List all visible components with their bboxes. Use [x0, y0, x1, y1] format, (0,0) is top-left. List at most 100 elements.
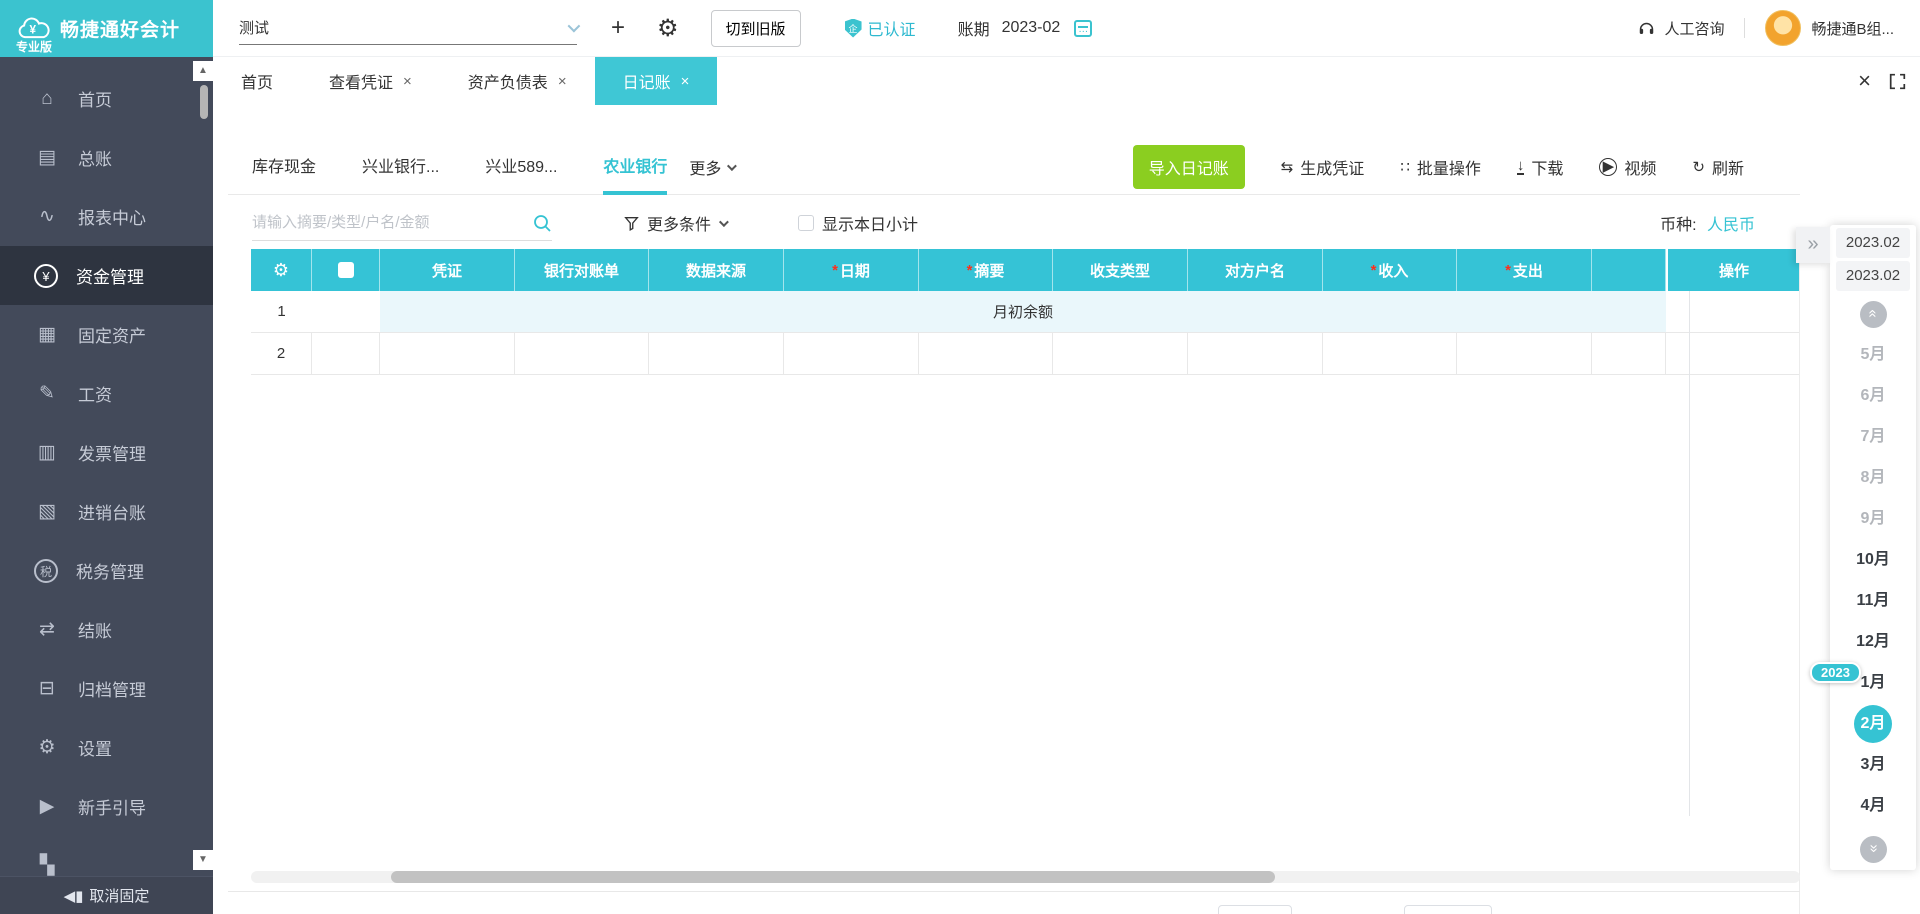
- sidebar-scroll-up-icon[interactable]: ▲: [193, 61, 213, 81]
- sidebar-item-label: 发票管理: [78, 445, 146, 464]
- funnel-icon: [624, 216, 639, 231]
- svg-text:¥: ¥: [30, 23, 37, 36]
- close-icon[interactable]: ×: [403, 73, 412, 90]
- month-scroll-up-icon[interactable]: «: [1859, 301, 1887, 328]
- collapse-panel-icon[interactable]: »: [1796, 227, 1830, 263]
- checkbox[interactable]: [798, 215, 815, 231]
- button-label: 批量操作: [1416, 161, 1481, 178]
- month-item-august[interactable]: 8月: [1830, 457, 1916, 498]
- month-item-october[interactable]: 10月: [1830, 539, 1916, 580]
- sidebar-item-label: 归档管理: [78, 681, 146, 700]
- currency-value[interactable]: 人民币: [1707, 217, 1755, 234]
- sidebar-item-report-center[interactable]: ∿ 报表中心: [0, 187, 213, 246]
- cell-summary[interactable]: [919, 333, 1053, 374]
- page-number-input[interactable]: [1404, 904, 1493, 914]
- download-button[interactable]: ↓ 下载: [1516, 155, 1563, 179]
- cell-voucher[interactable]: [380, 333, 515, 374]
- month-item-november[interactable]: 11月: [1830, 580, 1916, 621]
- unpin-sidebar-button[interactable]: ◀▮ 取消固定: [0, 876, 213, 914]
- calendar-icon[interactable]: [1074, 19, 1093, 37]
- cell-data-source[interactable]: [649, 333, 784, 374]
- sidebar-item-closing[interactable]: ⇄ 结账: [0, 600, 213, 659]
- period-item[interactable]: 2023.02: [1836, 228, 1910, 258]
- close-panel-icon[interactable]: ×: [1858, 68, 1871, 94]
- month-item-september[interactable]: 9月: [1830, 498, 1916, 539]
- account-tab-cib-bank[interactable]: 兴业银行...: [362, 140, 439, 195]
- building-icon: ▦: [38, 324, 56, 345]
- month-item-june[interactable]: 6月: [1830, 375, 1916, 416]
- period-item[interactable]: 2023.02: [1836, 261, 1910, 291]
- settings-gear-icon[interactable]: ⚙: [657, 14, 679, 43]
- generate-voucher-button[interactable]: ⇆ 生成凭证: [1281, 155, 1365, 179]
- more-conditions-button[interactable]: 更多条件: [624, 211, 729, 235]
- sidebar-item-payroll[interactable]: ✎ 工资: [0, 364, 213, 423]
- cell-expense[interactable]: [1457, 333, 1592, 374]
- tab-label: 日记账: [622, 75, 671, 92]
- tab-balance-sheet[interactable]: 资产负债表 ×: [440, 57, 595, 105]
- month-item-april[interactable]: 4月: [1830, 785, 1916, 826]
- checkbox[interactable]: [337, 262, 354, 278]
- search-input[interactable]: [252, 214, 532, 231]
- month-item-december[interactable]: 12月: [1830, 621, 1916, 662]
- import-journal-button[interactable]: 导入日记账: [1132, 145, 1245, 189]
- sidebar-item-fixed-assets[interactable]: ▦ 固定资产: [0, 305, 213, 364]
- cell-bank-statement[interactable]: [515, 333, 649, 374]
- sidebar-item-home[interactable]: ⌂ 首页: [0, 69, 213, 128]
- sidebar-item-invoice-management[interactable]: ▥ 发票管理: [0, 423, 213, 482]
- app-edition: 专业版: [16, 40, 53, 54]
- headset-icon: [1640, 22, 1654, 34]
- batch-operations-button[interactable]: ∷ 批量操作: [1400, 155, 1481, 179]
- sidebar-item-label: 进销台账: [78, 504, 146, 523]
- refresh-button[interactable]: ↻ 刷新: [1692, 155, 1744, 179]
- company-selector[interactable]: 测试: [239, 11, 581, 45]
- select-all-checkbox[interactable]: [312, 249, 380, 291]
- cell-date[interactable]: [784, 333, 919, 374]
- tab-home[interactable]: 首页: [213, 57, 301, 105]
- sidebar-item-archive-management[interactable]: ⊟ 归档管理: [0, 659, 213, 718]
- fullscreen-icon[interactable]: [1889, 73, 1906, 90]
- account-tab-more[interactable]: 更多: [689, 155, 738, 179]
- sidebar-item-general-ledger[interactable]: ▤ 总账: [0, 128, 213, 187]
- sidebar-scrollbar-thumb[interactable]: [200, 85, 208, 119]
- certified-badge[interactable]: 企 已认证: [844, 16, 916, 40]
- sidebar-item-fund-management[interactable]: ¥ 资金管理: [0, 246, 213, 305]
- search-icon[interactable]: [532, 213, 552, 233]
- tab-view-voucher[interactable]: 查看凭证 ×: [301, 57, 440, 105]
- sidebar-item-label: 资金管理: [76, 268, 144, 287]
- header-bank-statement: 银行对账单: [515, 249, 649, 291]
- support-link[interactable]: 人工咨询: [1637, 18, 1724, 39]
- month-scroll-down-icon[interactable]: «: [1859, 836, 1887, 863]
- switch-to-old-version-button[interactable]: 切到旧版: [710, 9, 801, 47]
- video-button[interactable]: ▶ 视频: [1599, 155, 1656, 179]
- account-tab-abc-bank[interactable]: 农业银行: [603, 140, 668, 195]
- sidebar-item-purchase-sales-ledger[interactable]: ▧ 进销台账: [0, 482, 213, 541]
- cell-counterparty[interactable]: [1188, 333, 1323, 374]
- table-row[interactable]: 1 月初余额: [251, 291, 1800, 333]
- sidebar-scroll-down-icon[interactable]: ▼: [193, 850, 213, 870]
- account-tab-cash[interactable]: 库存现金: [252, 140, 316, 195]
- account-tab-cib-589[interactable]: 兴业589...: [485, 140, 557, 195]
- month-item-may[interactable]: 5月: [1830, 334, 1916, 375]
- cell-income[interactable]: [1323, 333, 1457, 374]
- avatar[interactable]: [1765, 10, 1802, 46]
- sidebar-item-tax-management[interactable]: 税 税务管理: [0, 541, 213, 600]
- column-settings-button[interactable]: ⚙: [251, 249, 312, 291]
- sidebar-item-settings[interactable]: ⚙ 设置: [0, 718, 213, 777]
- table-row[interactable]: 2: [251, 333, 1800, 375]
- month-item-march[interactable]: 3月: [1830, 744, 1916, 785]
- month-item-july[interactable]: 7月: [1830, 416, 1916, 457]
- tab-journal[interactable]: 日记账 ×: [594, 57, 718, 105]
- month-item-february-selected[interactable]: 2月: [1854, 705, 1892, 743]
- horizontal-scrollbar[interactable]: [251, 871, 1800, 883]
- sidebar-item-beginner-guide[interactable]: ▶ 新手引导: [0, 777, 213, 836]
- add-account-button[interactable]: +: [611, 14, 625, 42]
- sidebar-item-clipped[interactable]: ▚: [0, 836, 213, 876]
- user-name[interactable]: 畅捷通B组...: [1811, 18, 1894, 39]
- per-page-select[interactable]: 20: [1217, 904, 1292, 914]
- cell-income-expense-type[interactable]: [1053, 333, 1188, 374]
- close-icon[interactable]: ×: [558, 73, 567, 90]
- horizontal-scrollbar-thumb[interactable]: [391, 871, 1275, 883]
- close-icon[interactable]: ×: [681, 73, 690, 90]
- show-daily-subtotal-toggle[interactable]: 显示本日小计: [798, 211, 918, 235]
- required-asterisk: *: [1505, 261, 1511, 279]
